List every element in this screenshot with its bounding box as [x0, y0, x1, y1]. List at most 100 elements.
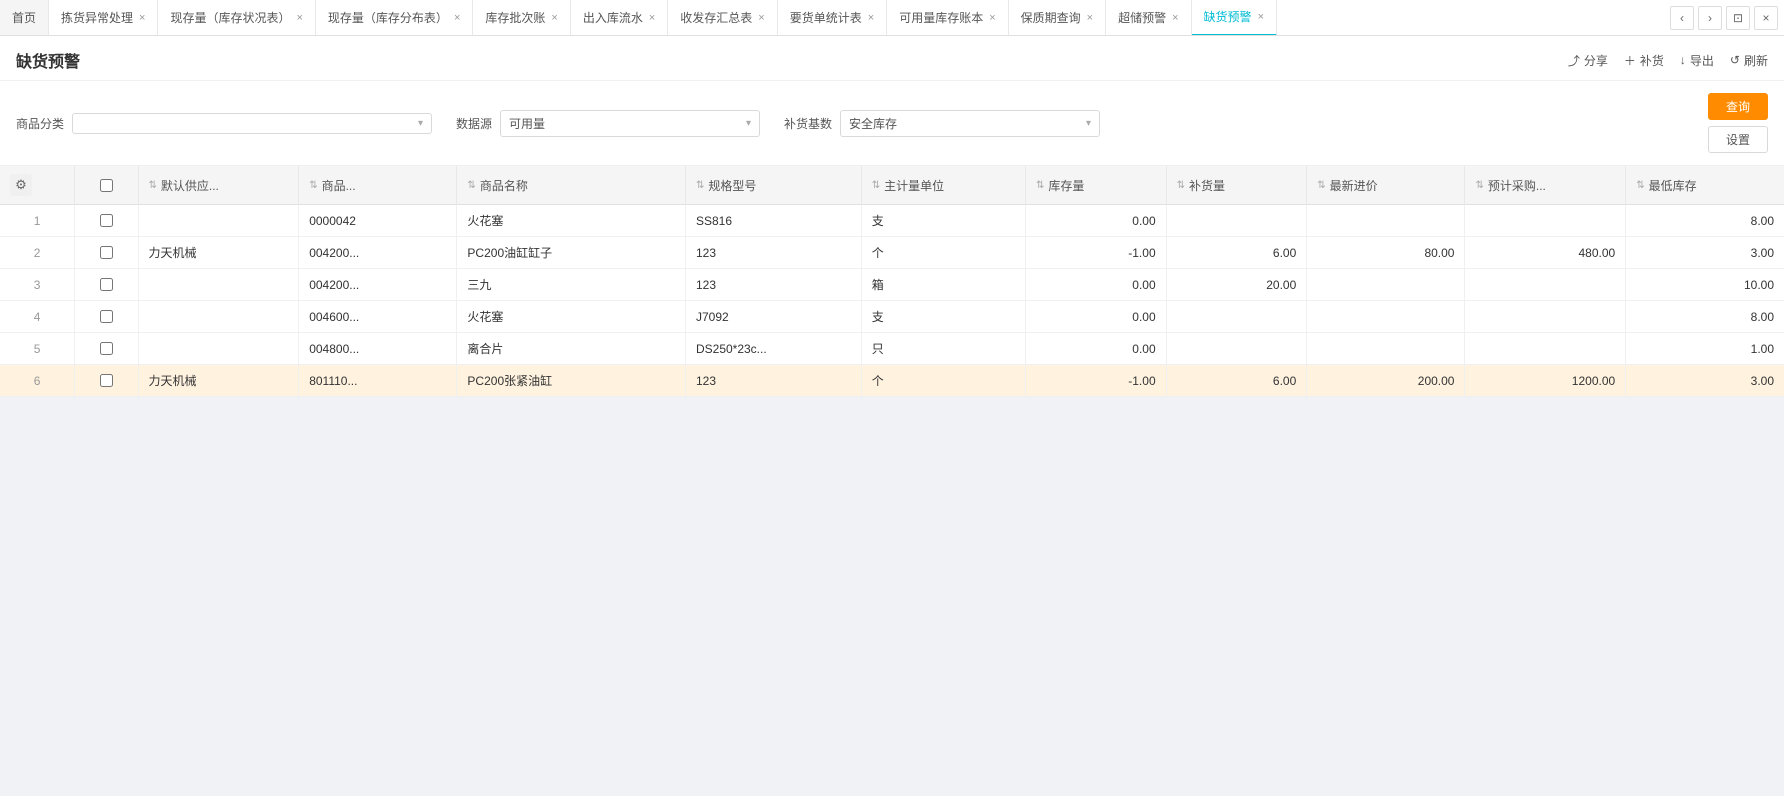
row-check[interactable]	[75, 365, 138, 397]
row-product-code: 004600...	[299, 301, 457, 333]
row-estimated: 1200.00	[1465, 365, 1626, 397]
tab-item-demand-stat[interactable]: 要货单统计表×	[778, 0, 887, 36]
sort-price-icon[interactable]: ⇅	[1317, 180, 1325, 191]
col-settings-header: ⚙	[0, 166, 75, 205]
tab-close-batch-account[interactable]: ×	[551, 12, 557, 24]
row-min-stock: 3.00	[1626, 237, 1784, 269]
row-spec: 123	[685, 237, 861, 269]
sort-code-icon[interactable]: ⇅	[309, 180, 317, 191]
row-min-stock: 8.00	[1626, 301, 1784, 333]
row-supplement	[1166, 333, 1307, 365]
supplement-label: 补货	[1640, 52, 1664, 69]
nav-right-button[interactable]: ›	[1698, 6, 1722, 30]
table-head: ⚙ ⇅ 默认供应...	[0, 166, 1784, 205]
tab-close-inout-flow[interactable]: ×	[649, 12, 655, 24]
tab-item-expiry-query[interactable]: 保质期查询×	[1009, 0, 1106, 36]
tab-close-inventory-status[interactable]: ×	[296, 12, 302, 24]
tab-close-shortage[interactable]: ×	[1258, 11, 1264, 23]
tab-close-expiry-query[interactable]: ×	[1087, 12, 1093, 24]
nav-left-button[interactable]: ‹	[1670, 6, 1694, 30]
row-checkbox[interactable]	[100, 214, 113, 227]
sort-stock-icon[interactable]: ⇅	[1036, 180, 1044, 191]
tab-close-avail-ledger[interactable]: ×	[989, 12, 995, 24]
filter-bar: 商品分类 ▾ 数据源 可用量 ▾ 补货基数 安全库存 ▾ 查询 设置	[0, 81, 1784, 166]
category-label: 商品分类	[16, 115, 64, 132]
tab-item-avail-ledger[interactable]: 可用量库存账本×	[887, 0, 1008, 36]
query-button[interactable]: 查询	[1708, 93, 1768, 120]
row-unit: 只	[861, 333, 1025, 365]
row-product-code: 004800...	[299, 333, 457, 365]
row-estimated	[1465, 333, 1626, 365]
table-row: 4004600...火花塞J7092支0.008.00	[0, 301, 1784, 333]
tab-label-exception: 拣货异常处理	[61, 9, 133, 26]
row-checkbox[interactable]	[100, 278, 113, 291]
tab-close-collect-total[interactable]: ×	[758, 12, 764, 24]
export-action[interactable]: ↓ 导出	[1680, 52, 1714, 69]
page-content: 缺货预警 ⤴ 分享 ＋ 补货 ↓ 导出 ↺ 刷新 商品分类	[0, 36, 1784, 397]
row-checkbox[interactable]	[100, 342, 113, 355]
sort-spec-icon[interactable]: ⇅	[696, 180, 704, 191]
tab-close-inventory-dist[interactable]: ×	[454, 12, 460, 24]
row-product-name: 火花塞	[457, 205, 686, 237]
tab-item-exception[interactable]: 拣货异常处理 ×	[49, 0, 158, 36]
tab-item-inventory-dist[interactable]: 现存量（库存分布表）×	[316, 0, 473, 36]
row-checkbox[interactable]	[100, 374, 113, 387]
settings-button[interactable]: 设置	[1708, 126, 1768, 153]
tab-close-overstock[interactable]: ×	[1172, 12, 1178, 24]
tab-label-inout-flow: 出入库流水	[583, 9, 643, 26]
tab-item-home[interactable]: 首页	[0, 0, 49, 36]
nav-close-button[interactable]: ×	[1754, 6, 1778, 30]
tab-item-inventory-status[interactable]: 现存量（库存状况表）×	[158, 0, 315, 36]
row-check[interactable]	[75, 205, 138, 237]
row-spec: SS816	[685, 205, 861, 237]
category-select[interactable]: ▾	[72, 113, 432, 134]
tab-item-batch-account[interactable]: 库存批次账×	[473, 0, 570, 36]
row-supplement	[1166, 205, 1307, 237]
tab-label-collect-total: 收发存汇总表	[680, 9, 752, 26]
col-check-header	[75, 166, 138, 205]
col-estimated-header: ⇅ 预计采购...	[1465, 166, 1626, 205]
share-label: 分享	[1584, 52, 1608, 69]
datasource-select[interactable]: 可用量 ▾	[500, 110, 760, 137]
supplement-action[interactable]: ＋ 补货	[1624, 52, 1664, 69]
header-actions: ⤴ 分享 ＋ 补货 ↓ 导出 ↺ 刷新	[1568, 52, 1768, 69]
nav-restore-button[interactable]: ⊡	[1726, 6, 1750, 30]
row-min-stock: 3.00	[1626, 365, 1784, 397]
column-settings-icon[interactable]: ⚙	[10, 174, 32, 196]
sort-name-icon[interactable]: ⇅	[467, 180, 475, 191]
supplement-basis-arrow-icon: ▾	[1086, 118, 1091, 129]
row-checkbox[interactable]	[100, 246, 113, 259]
row-supplier	[138, 301, 299, 333]
tab-item-collect-total[interactable]: 收发存汇总表 ×	[668, 0, 777, 36]
supplement-basis-select[interactable]: 安全库存 ▾	[840, 110, 1100, 137]
sort-estimated-icon[interactable]: ⇅	[1475, 180, 1483, 191]
row-check[interactable]	[75, 269, 138, 301]
share-action[interactable]: ⤴ 分享	[1568, 52, 1608, 69]
row-check[interactable]	[75, 333, 138, 365]
tab-item-shortage[interactable]: 缺货预警×	[1192, 0, 1277, 36]
row-latest-price	[1307, 301, 1465, 333]
tab-close-exception[interactable]: ×	[139, 12, 145, 24]
tab-item-inout-flow[interactable]: 出入库流水 ×	[571, 0, 668, 36]
row-product-name: 三九	[457, 269, 686, 301]
sort-unit-icon[interactable]: ⇅	[872, 180, 880, 191]
datasource-label: 数据源	[456, 115, 492, 132]
tab-close-demand-stat[interactable]: ×	[868, 12, 874, 24]
export-icon: ↓	[1680, 53, 1686, 67]
row-checkbox[interactable]	[100, 310, 113, 323]
row-supplement: 20.00	[1166, 269, 1307, 301]
sort-minstock-icon[interactable]: ⇅	[1636, 180, 1644, 191]
row-min-stock: 8.00	[1626, 205, 1784, 237]
select-all-checkbox[interactable]	[100, 179, 113, 192]
sort-supplier-icon[interactable]: ⇅	[149, 180, 157, 191]
row-check[interactable]	[75, 237, 138, 269]
tab-label-overstock: 超储预警	[1118, 9, 1166, 26]
row-estimated	[1465, 301, 1626, 333]
table-header-row: ⚙ ⇅ 默认供应...	[0, 166, 1784, 205]
tab-item-overstock[interactable]: 超储预警 ×	[1106, 0, 1191, 36]
refresh-action[interactable]: ↺ 刷新	[1730, 52, 1768, 69]
supplement-basis-label: 补货基数	[784, 115, 832, 132]
row-check[interactable]	[75, 301, 138, 333]
row-spec: 123	[685, 269, 861, 301]
sort-supplement-icon[interactable]: ⇅	[1177, 180, 1185, 191]
